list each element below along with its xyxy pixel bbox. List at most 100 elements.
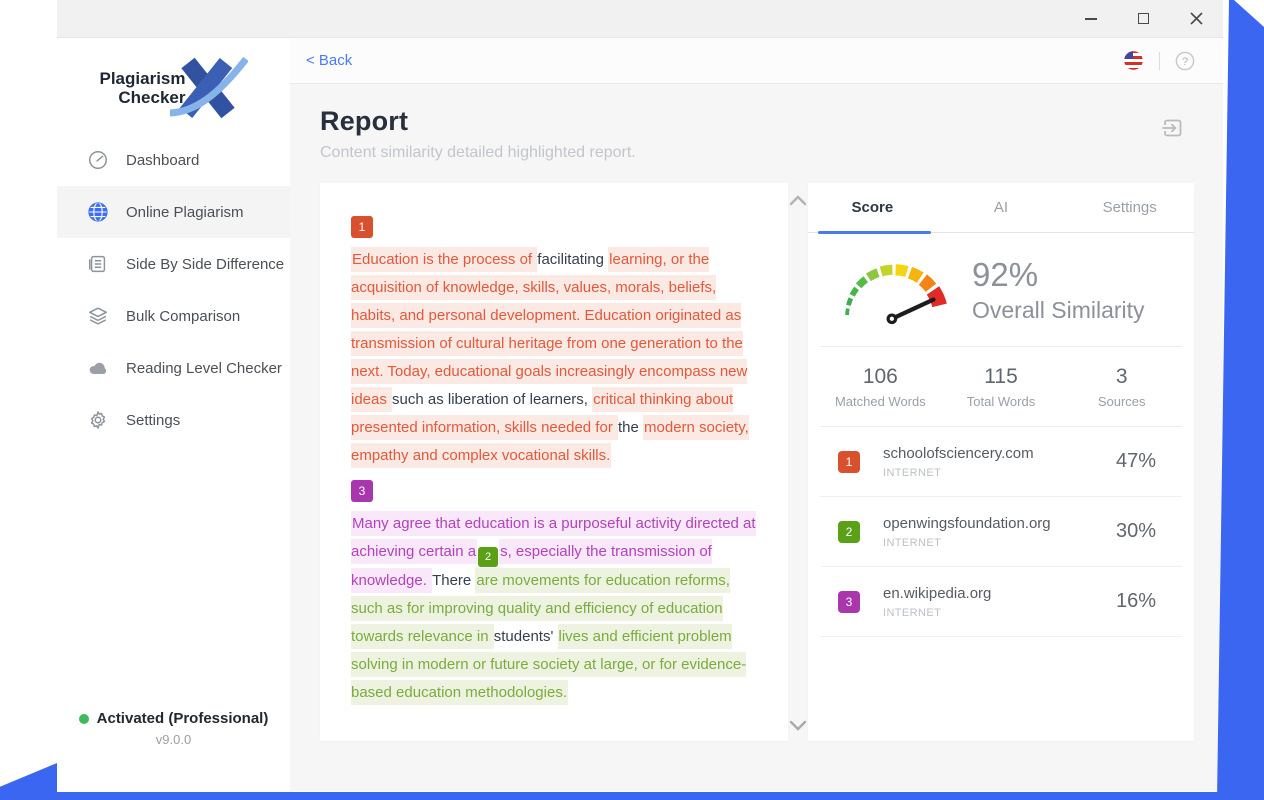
source-percent: 47% — [1116, 450, 1182, 473]
plain-text-segment: students' — [494, 628, 558, 645]
stat-value: 106 — [820, 365, 941, 389]
source-badge: 1 — [838, 451, 860, 473]
sidebar: Plagiarism Checker Dashboard Online Plagi… — [57, 38, 290, 791]
settings-icon — [87, 409, 109, 431]
svg-text:?: ? — [1182, 56, 1188, 68]
logo-line2: Checker — [100, 88, 186, 107]
sidebar-item-dashboard[interactable]: Dashboard — [57, 134, 290, 186]
side-by-side-icon — [87, 253, 109, 275]
plain-text-segment: such as liberation of learners, — [392, 391, 592, 408]
tab-score[interactable]: Score — [808, 183, 937, 232]
close-icon — [1190, 12, 1203, 25]
stat-total-words: 115 Total Words — [941, 365, 1062, 409]
source-badge: 2 — [838, 521, 860, 543]
maximize-icon — [1138, 13, 1149, 24]
page-subtitle: Content similarity detailed highlighted … — [320, 144, 1223, 162]
report-content: Report Content similarity detailed highl… — [290, 84, 1223, 741]
scroll-arrows — [788, 183, 808, 741]
similarity-gauge-icon — [830, 248, 958, 332]
source-domain: openwingsfoundation.org — [883, 515, 1051, 532]
document-paragraph: Education is the process of facilitating… — [351, 246, 757, 470]
decorative-blue-strip — [0, 792, 1264, 800]
sidebar-nav: Dashboard Online Plagiarism Side By Side D… — [57, 134, 290, 446]
bulk-comparison-icon — [87, 305, 109, 327]
sidebar-item-label: Side By Side Difference — [126, 256, 284, 273]
page-title: Report — [320, 106, 1223, 137]
highlighted-segment-red: Education is the process of — [351, 247, 537, 272]
header-divider — [1159, 52, 1160, 70]
document-paragraph: Many agree that education is a purposefu… — [351, 510, 757, 707]
main-area: < Back — [290, 38, 1223, 791]
source-domain: schoolofsciencery.com — [883, 445, 1034, 462]
source-row-3[interactable]: 3 en.wikipedia.org INTERNET 16% — [820, 567, 1182, 637]
overall-similarity-percent: 92% — [972, 256, 1145, 294]
stat-value: 3 — [1061, 365, 1182, 389]
export-report-button[interactable] — [1161, 116, 1185, 145]
sidebar-item-label: Dashboard — [126, 152, 199, 169]
titlebar — [57, 0, 1223, 38]
minimize-icon — [1085, 18, 1097, 20]
sidebar-item-label: Bulk Comparison — [126, 308, 240, 325]
overall-similarity-label: Overall Similarity — [972, 297, 1145, 324]
source-percent: 16% — [1116, 590, 1182, 613]
stat-label: Matched Words — [820, 394, 941, 409]
document-panel: 1 Education is the process of facilitatin… — [320, 183, 788, 741]
app-window: Plagiarism Checker Dashboard Online Plagi… — [57, 0, 1223, 792]
content-header: < Back — [290, 38, 1223, 84]
source-list: 1 schoolofsciencery.com INTERNET 47% 2 openwi… — [808, 427, 1194, 637]
tab-ai[interactable]: AI — [937, 183, 1066, 232]
source-type: INTERNET — [883, 537, 1051, 549]
maximize-button[interactable] — [1117, 0, 1170, 37]
globe-icon — [87, 201, 109, 223]
sidebar-item-bulk-comparison[interactable]: Bulk Comparison — [57, 290, 290, 342]
dashboard-icon — [87, 149, 109, 171]
stat-label: Total Words — [941, 394, 1062, 409]
source-badge: 3 — [838, 591, 860, 613]
stat-sources: 3 Sources — [1061, 365, 1182, 409]
score-tabs: ScoreAISettings — [808, 183, 1194, 233]
scroll-up-icon[interactable] — [788, 193, 808, 207]
match-badge-2[interactable]: 2 — [478, 547, 498, 567]
tab-settings[interactable]: Settings — [1065, 183, 1194, 232]
source-info: openwingsfoundation.org INTERNET — [883, 515, 1051, 549]
match-badge-3[interactable]: 3 — [351, 480, 373, 502]
score-panel: ScoreAISettings — [808, 183, 1194, 741]
decorative-blue-triangle — [0, 763, 57, 792]
activation-status: Activated (Professional) v9.0.0 — [57, 710, 290, 747]
plain-text-segment: There — [432, 572, 475, 589]
sidebar-item-online-plagiarism[interactable]: Online Plagiarism — [57, 186, 290, 238]
sidebar-item-label: Reading Level Checker — [126, 360, 282, 377]
plain-text-segment: the — [618, 419, 643, 436]
decorative-blue-band — [1217, 0, 1264, 800]
export-icon — [1161, 116, 1185, 140]
help-icon[interactable]: ? — [1175, 51, 1195, 71]
status-label: Activated (Professional) — [97, 710, 269, 727]
stat-label: Sources — [1061, 394, 1182, 409]
source-info: en.wikipedia.org INTERNET — [883, 585, 991, 619]
app-version: v9.0.0 — [57, 732, 290, 747]
stat-value: 115 — [941, 365, 1062, 389]
close-button[interactable] — [1170, 0, 1223, 37]
plain-text-segment: facilitating — [537, 251, 608, 268]
language-flag-icon[interactable] — [1123, 50, 1144, 71]
match-badge-1[interactable]: 1 — [351, 216, 373, 238]
overall-similarity-section: 92% Overall Similarity — [820, 233, 1182, 347]
logo-line1: Plagiarism — [100, 69, 186, 88]
sidebar-item-settings[interactable]: Settings — [57, 394, 290, 446]
word-stats: 106 Matched Words115 Total Words 3 Sources — [820, 347, 1182, 427]
reading-level-icon — [87, 357, 109, 379]
source-percent: 30% — [1116, 520, 1182, 543]
source-domain: en.wikipedia.org — [883, 585, 991, 602]
scroll-down-icon[interactable] — [788, 719, 808, 733]
source-row-2[interactable]: 2 openwingsfoundation.org INTERNET 30% — [820, 497, 1182, 567]
status-dot-icon — [79, 714, 89, 724]
back-link[interactable]: < Back — [306, 52, 352, 69]
sidebar-item-side-by-side-difference[interactable]: Side By Side Difference — [57, 238, 290, 290]
sidebar-item-reading-level-checker[interactable]: Reading Level Checker — [57, 342, 290, 394]
app-logo: Plagiarism Checker — [57, 56, 290, 120]
minimize-button[interactable] — [1064, 0, 1117, 37]
source-type: INTERNET — [883, 607, 991, 619]
stat-matched-words: 106 Matched Words — [820, 365, 941, 409]
source-row-1[interactable]: 1schoolofsciencery.comINTERNET47% — [820, 427, 1182, 497]
sidebar-item-label: Settings — [126, 412, 180, 429]
